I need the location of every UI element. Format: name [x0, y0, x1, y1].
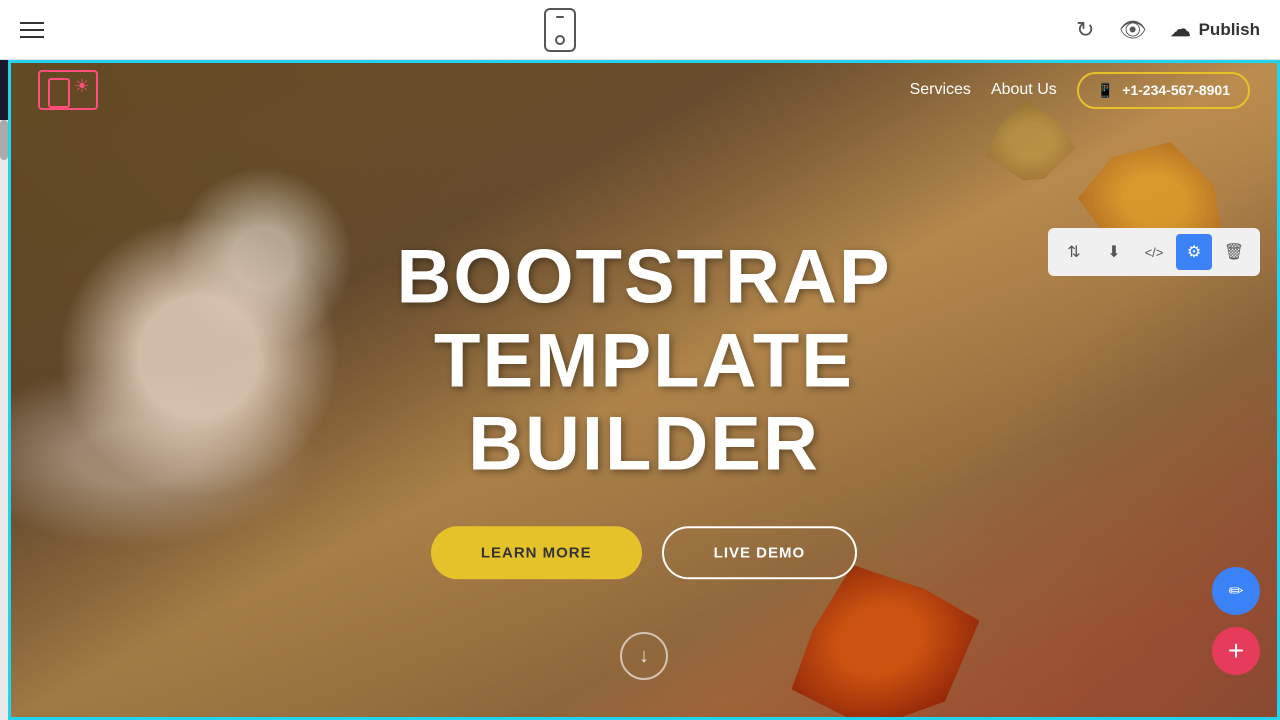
pen-icon: ✏ [1228, 581, 1243, 602]
section-toolbar: ⇅ ⬇ </> ⚙ 🗑 [1048, 228, 1260, 276]
mobile-preview-button[interactable] [544, 8, 576, 52]
site-logo[interactable] [38, 70, 98, 110]
hero-buttons: LEARN MORE LIVE DEMO [294, 526, 994, 579]
code-icon: </> [1145, 245, 1164, 260]
hero-content: BOOTSTRAP TEMPLATE BUILDER LEARN MORE LI… [294, 235, 994, 579]
hero-title: BOOTSTRAP TEMPLATE BUILDER [294, 235, 994, 486]
preview-button[interactable]: 👁 [1119, 17, 1147, 43]
nav-services[interactable]: Services [910, 81, 971, 99]
publish-button[interactable]: ☁ Publish [1171, 17, 1260, 42]
download-button[interactable]: ⬇ [1096, 234, 1132, 270]
cloud-upload-icon: ☁ [1171, 17, 1191, 42]
download-icon: ⬇ [1107, 242, 1120, 262]
hamburger-button[interactable] [20, 22, 44, 38]
settings-button[interactable]: ⚙ [1176, 234, 1212, 270]
hero-title-line2: TEMPLATE BUILDER [434, 318, 854, 487]
nav-phone-button[interactable]: 📱 +1-234-567-8901 [1077, 72, 1250, 109]
learn-more-button[interactable]: LEARN MORE [431, 526, 642, 579]
delete-button[interactable]: 🗑 [1216, 234, 1252, 270]
toolbar-left [20, 22, 44, 38]
canvas-area: Services About Us 📱 +1-234-567-8901 BOOT… [0, 60, 1280, 720]
toolbar-right: ↺ 👁 ☁ Publish [1076, 17, 1260, 43]
scroll-bar[interactable] [0, 120, 8, 720]
site-nav: Services About Us 📱 +1-234-567-8901 [8, 60, 1280, 120]
add-fab-button[interactable]: + [1212, 627, 1260, 675]
plus-icon: + [1228, 635, 1244, 667]
publish-label: Publish [1199, 20, 1260, 40]
phone-icon: 📱 [1097, 82, 1114, 99]
website-preview: Services About Us 📱 +1-234-567-8901 BOOT… [8, 60, 1280, 720]
edit-fab-button[interactable]: ✏ [1212, 567, 1260, 615]
gear-icon: ⚙ [1187, 242, 1201, 262]
trash-icon: 🗑 [1224, 242, 1244, 262]
sort-icon: ⇅ [1067, 242, 1080, 262]
scroll-down-button[interactable]: ↓ [620, 632, 668, 680]
live-demo-button[interactable]: LIVE DEMO [662, 526, 858, 579]
toolbar-center [544, 8, 576, 52]
sort-button[interactable]: ⇅ [1056, 234, 1092, 270]
hero-title-line1: BOOTSTRAP [396, 234, 891, 319]
code-button[interactable]: </> [1136, 234, 1172, 270]
phone-number: +1-234-567-8901 [1122, 82, 1230, 98]
nav-links: Services About Us 📱 +1-234-567-8901 [910, 72, 1250, 109]
top-toolbar: ↺ 👁 ☁ Publish [0, 0, 1280, 60]
scroll-down-icon: ↓ [639, 645, 649, 668]
nav-about[interactable]: About Us [991, 81, 1057, 99]
scroll-thumb[interactable] [0, 120, 8, 160]
undo-button[interactable]: ↺ [1076, 17, 1094, 43]
